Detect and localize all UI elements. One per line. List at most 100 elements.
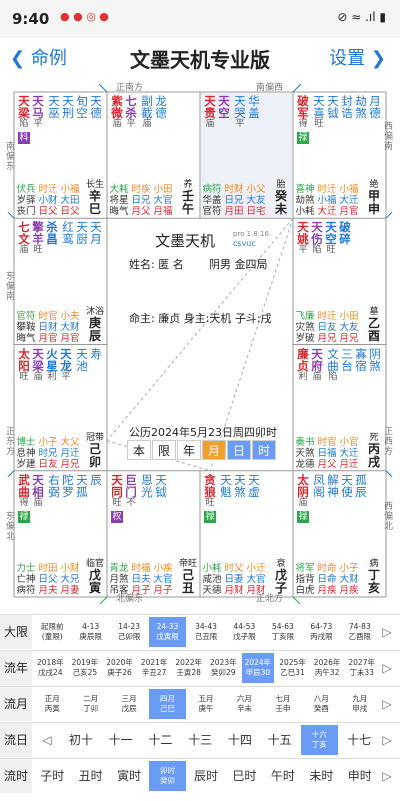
liuri-item[interactable]: 十六 丁亥 bbox=[300, 725, 339, 755]
mode-button-4[interactable]: 日 bbox=[227, 440, 251, 460]
daxian-item[interactable]: 4-13 庚辰限 bbox=[72, 617, 108, 647]
liunian-item[interactable]: 2026年 丙午32 bbox=[311, 653, 344, 683]
liuri-item[interactable]: 十一 bbox=[102, 725, 140, 755]
liuyue-item[interactable]: 正月 丙寅 bbox=[34, 689, 70, 719]
liuyue-item[interactable]: 五月 庚午 bbox=[188, 689, 224, 719]
liunian-item[interactable]: 2023年 癸卯29 bbox=[207, 653, 240, 683]
daxian-item[interactable]: 54-63 丁亥限 bbox=[265, 617, 301, 647]
palace-xu[interactable]: 廉贞利天府庙文曲陷三台 寡宿 阴煞 奏书 天煞 龙德 时官 日福 月父 小官 大迁 月迁死丙戌 bbox=[294, 346, 385, 470]
liushi-item[interactable]: 辰时 bbox=[188, 761, 224, 791]
palace-info-text: 月兄 bbox=[317, 332, 337, 344]
liuyue-item[interactable]: 四月 己巳 bbox=[149, 689, 186, 719]
next-arrow-icon[interactable]: ▷ bbox=[378, 765, 396, 787]
palace-hai[interactable]: 太阴庙禄凤阁 解神 天使 孤辰 将军 指背 白虎 时命 日命 月疾 小子 大财 月疾病丁亥 bbox=[294, 472, 385, 596]
liuyue-item[interactable]: 八月 癸酉 bbox=[303, 689, 339, 719]
next-arrow-icon[interactable]: ▷ bbox=[378, 657, 396, 679]
liuyue-item[interactable]: 九月 甲戌 bbox=[342, 689, 378, 719]
liunian-item[interactable]: 2019年 己亥25 bbox=[69, 653, 102, 683]
liuri-item[interactable]: 十七 bbox=[340, 725, 378, 755]
liushi-item[interactable]: 子时 bbox=[34, 761, 70, 791]
item-text: 44-53 bbox=[233, 622, 256, 631]
minor-star-name: 右弼 bbox=[48, 472, 60, 499]
settings-button[interactable]: 设置 ❯ bbox=[329, 44, 386, 70]
palace-info-text: 大田 bbox=[60, 195, 80, 207]
liuyue-item[interactable]: 六月 辛未 bbox=[226, 689, 262, 719]
palace-phase: 沐浴 bbox=[86, 306, 105, 317]
mode-button-5[interactable]: 时 bbox=[252, 440, 276, 460]
minor-star-name: 副截 bbox=[141, 94, 153, 120]
liuyue-item[interactable]: 七月 壬申 bbox=[265, 689, 301, 719]
palace-si[interactable]: 天梁陷科天马平天巫 天刑 旬空 天德 伏兵 岁驿 丧门 时迁 小财 日父 小福 大田 日父 长生 辛巳 bbox=[15, 93, 106, 217]
major-star: 天相庙 bbox=[31, 474, 45, 523]
daxian-item[interactable]: 44-53 戊子限 bbox=[226, 617, 262, 647]
liushi-item[interactable]: 申时 bbox=[342, 761, 378, 791]
prev-arrow-icon[interactable]: ◁ bbox=[38, 729, 56, 751]
liunian-item[interactable]: 2024年 甲辰30 bbox=[241, 653, 275, 683]
star-name: 破碎 bbox=[339, 220, 351, 247]
palace-info-text: 晦气 bbox=[109, 206, 129, 218]
palace-wu[interactable]: 紫微庙七杀平副截庙龙德 大耗 将星 晦气 时疾 日兄 月父 小田 大官 月福养壬午 bbox=[108, 93, 199, 217]
palace-ganzhi: 庚辰 bbox=[88, 315, 101, 343]
liuyue-item[interactable]: 三月 戊辰 bbox=[111, 689, 147, 719]
row-label: 流日 bbox=[0, 723, 32, 757]
daxian-item[interactable]: 起限前 (童限) bbox=[34, 617, 70, 647]
next-arrow-icon[interactable]: ▷ bbox=[378, 621, 396, 643]
minor-star-name: 寡宿 bbox=[355, 346, 367, 373]
liushi-item[interactable]: 未时 bbox=[303, 761, 339, 791]
item-text: (童限) bbox=[41, 632, 63, 641]
mode-button-2[interactable]: 年 bbox=[177, 440, 201, 460]
item-text: 乙酉限 bbox=[348, 632, 372, 641]
liushi-item[interactable]: 卯时 癸卯 bbox=[149, 761, 186, 791]
liuri-item[interactable]: 十二 bbox=[142, 725, 180, 755]
mode-button-3[interactable]: 月 bbox=[202, 440, 226, 460]
liunian-item[interactable]: 2022年 壬寅28 bbox=[172, 653, 205, 683]
palace-info-column: 喜神 劫煞 小耗 bbox=[294, 184, 316, 217]
liushi-item[interactable]: 午时 bbox=[265, 761, 301, 791]
liushi-item[interactable]: 巳时 bbox=[226, 761, 262, 791]
liunian-item[interactable]: 2025年 乙巳31 bbox=[276, 653, 309, 683]
item-text: 三月 bbox=[121, 694, 137, 703]
liunian-item[interactable]: 2020年 庚子26 bbox=[103, 653, 136, 683]
palace-you[interactable]: 天姚平天伤陷天空旺破碎 飞廉 灾煞 岁破 时迁 日友 月兄 小田 大友 月兄墓乙酉 bbox=[294, 219, 385, 343]
daxian-item[interactable]: 34-43 己丑限 bbox=[188, 617, 224, 647]
liunian-item[interactable]: 2027年 丁未33 bbox=[345, 653, 378, 683]
item-text: 2024年 bbox=[244, 658, 272, 667]
palace-info-text: 日父 bbox=[38, 206, 58, 218]
palace-mao[interactable]: 太阳旺天梁庙火星利天龙平天池寿博士 息神 岁建 小子 时兄 日友 大父 月迁 月兄 冠带 己卯 bbox=[15, 346, 106, 470]
palace-info-text: 官符 bbox=[202, 206, 222, 218]
daxian-item[interactable]: 14-23 己卯限 bbox=[111, 617, 147, 647]
liunian-item[interactable]: 2018年 戊戌24 bbox=[34, 653, 67, 683]
liushi-item[interactable]: 丑时 bbox=[72, 761, 108, 791]
liuri-item[interactable]: 初十 bbox=[62, 725, 100, 755]
daxian-item[interactable]: 24-33 戊寅限 bbox=[149, 617, 186, 647]
liuri-item[interactable]: 十五 bbox=[261, 725, 299, 755]
next-arrow-icon[interactable]: ▷ bbox=[378, 693, 396, 715]
minor-star-name: 旬空 bbox=[76, 94, 88, 120]
liuri-item[interactable]: 十四 bbox=[221, 725, 259, 755]
palace-chen[interactable]: 七文庙擎羊旺杀昌 红鸾 天厨 天月 官符 攀鞍 晦气 时官 日财 月官 小夫 大财 月官 沐浴 庚辰 bbox=[15, 219, 106, 343]
palace-info-text: 天德 bbox=[202, 585, 222, 596]
palace-zi[interactable]: 贪狼旺禄天魁 天煞 天虚 小耗 咸池 天德 时父 日妻 月财 小迁 大官 月财衰戊子 bbox=[201, 472, 292, 596]
minor-star: 阴煞 bbox=[368, 348, 382, 383]
next-arrow-icon[interactable]: ▷ bbox=[378, 729, 396, 751]
liunian-item[interactable]: 2021年 辛丑27 bbox=[138, 653, 171, 683]
palace-label: 帝旺 己丑 bbox=[179, 559, 197, 595]
item-text: 己亥25 bbox=[72, 668, 98, 677]
palace-info-text: 月福 bbox=[153, 206, 173, 218]
palace-wei[interactable]: 天贵庙天空 天哭平华盖 病符 华盖 官符 时财 日兄 月田 小父 大友 日宅胎癸未 bbox=[201, 93, 292, 218]
liushi-item[interactable]: 寅时 bbox=[111, 761, 147, 791]
palace-chou[interactable]: 天同旺权巨门不恩光 天钺 青龙 月煞 吊客 时福 日夫 月子 小疾 大官 月子 帝旺 己丑 bbox=[108, 472, 199, 596]
dir-right-3: 西偏北 bbox=[384, 502, 394, 532]
daxian-item[interactable]: 64-73 丙戌限 bbox=[303, 617, 339, 647]
palace-shen[interactable]: 破军得禄天喜旺天钺 封诰 劫煞 月德 喜神 劫煞 小耗 时迁 小福 大迁 小福 大迁 月官绝甲申 bbox=[294, 93, 385, 217]
palace-info-text: 时兄 bbox=[38, 447, 58, 459]
row-label: 流月 bbox=[0, 687, 32, 721]
liuyue-item[interactable]: 二月 丁卯 bbox=[72, 689, 108, 719]
liuri-item[interactable]: 十三 bbox=[181, 725, 219, 755]
daxian-item[interactable]: 74-83 乙酉限 bbox=[342, 617, 378, 647]
mode-button-1[interactable]: 限 bbox=[152, 440, 176, 460]
palace-yin[interactable]: 武曲得禄天相庙右弼 陀罗 天孤辰力士 亡神 病符 时田 日父 月夫 小财 大兄 月妻 临官 戊寅 bbox=[15, 472, 106, 596]
mode-button-0[interactable]: 本 bbox=[127, 440, 151, 460]
item-text: 八月 bbox=[313, 694, 329, 703]
minor-star: 华盖 bbox=[247, 95, 261, 130]
